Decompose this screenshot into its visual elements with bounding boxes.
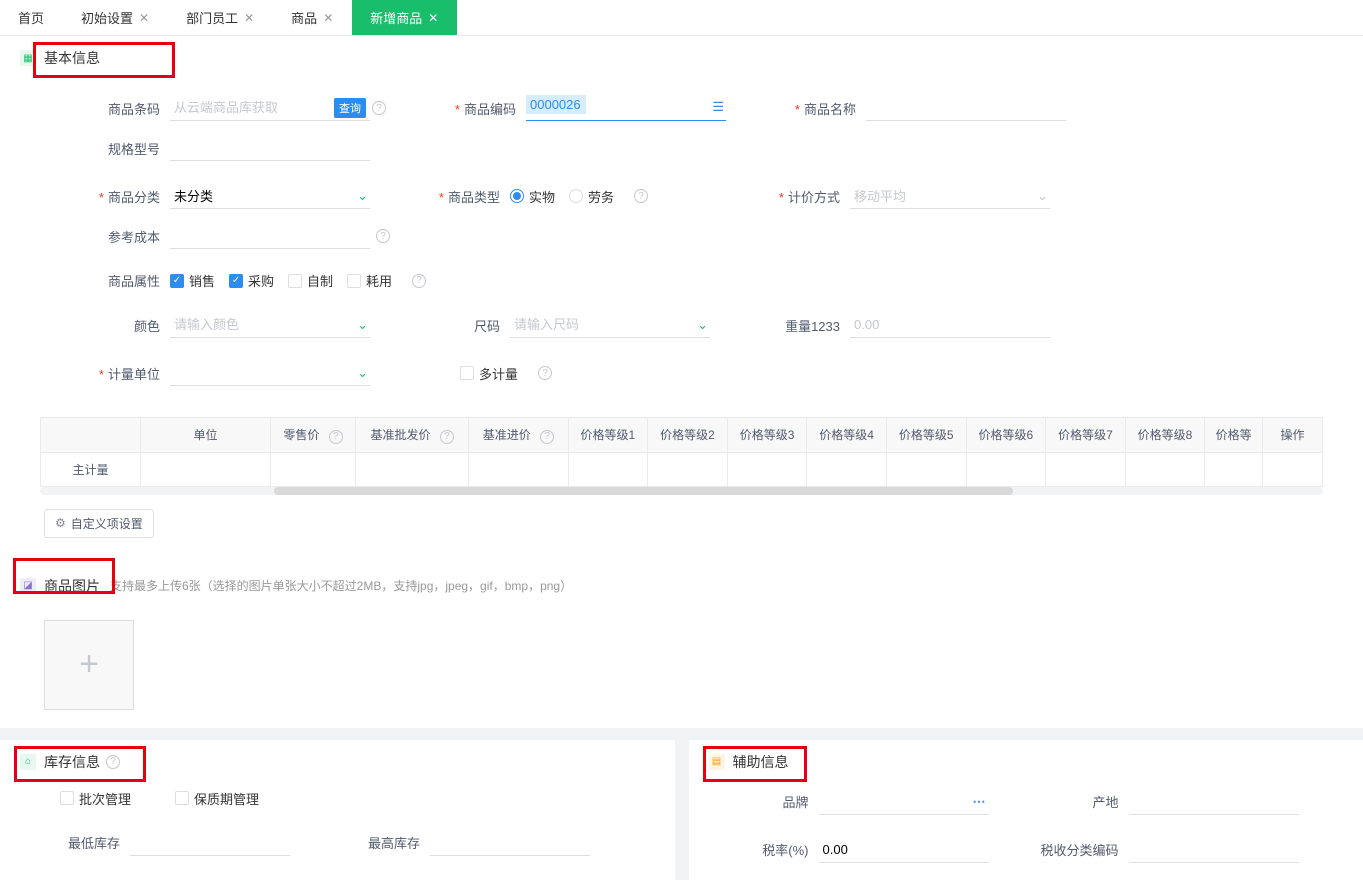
unit-select[interactable]: [170, 360, 370, 386]
code-input-wrap[interactable]: 0000026 ☰: [526, 95, 726, 121]
label-maxstock: 最高库存: [330, 833, 430, 852]
list-icon[interactable]: ☰: [712, 99, 724, 115]
upload-image-button[interactable]: +: [44, 620, 134, 710]
color-input[interactable]: [170, 312, 370, 338]
brand-input[interactable]: [819, 789, 989, 815]
tab-dept-staff[interactable]: 部门员工✕: [168, 0, 273, 35]
label-color: 颜色: [70, 316, 170, 335]
label-minstock: 最低库存: [30, 833, 130, 852]
label-name: 商品名称: [766, 99, 866, 118]
origin-input[interactable]: [1129, 789, 1299, 815]
chk-batch[interactable]: 批次管理: [60, 789, 131, 808]
tab-home[interactable]: 首页: [0, 0, 63, 35]
plus-icon: +: [79, 645, 99, 684]
label-type: 商品类型: [410, 187, 510, 206]
taxcode-input[interactable]: [1129, 837, 1299, 863]
label-refcost: 参考成本: [70, 227, 170, 246]
refcost-input[interactable]: [170, 223, 370, 249]
label-taxrate: 税率(%): [719, 840, 819, 859]
info-icon: ▤: [709, 754, 725, 770]
help-icon[interactable]: ?: [376, 229, 390, 243]
section-title-image: 商品图片: [44, 576, 100, 596]
maxstock-input[interactable]: [430, 830, 590, 856]
custom-fields-button[interactable]: ⚙ 自定义项设置: [44, 509, 154, 538]
label-spec: 规格型号: [70, 139, 170, 158]
image-icon: ◪: [20, 578, 36, 594]
label-size: 尺码: [410, 316, 510, 335]
form-icon: ▦: [20, 50, 36, 66]
label-code: 商品编码: [426, 99, 526, 118]
minstock-input[interactable]: [130, 830, 290, 856]
spec-input[interactable]: [170, 135, 370, 161]
help-icon[interactable]: ?: [634, 189, 648, 203]
table-scrollbar[interactable]: [40, 487, 1323, 495]
chk-shelf[interactable]: 保质期管理: [175, 789, 259, 808]
size-input[interactable]: [510, 312, 710, 338]
label-origin: 产地: [1029, 792, 1129, 811]
label-weight: 重量1233: [750, 316, 850, 335]
label-attr: 商品属性: [70, 271, 170, 290]
label-brand: 品牌: [719, 792, 819, 811]
help-icon[interactable]: ?: [329, 430, 343, 444]
help-icon[interactable]: ?: [412, 274, 426, 288]
chk-self[interactable]: 自制: [288, 271, 333, 290]
section-title-basic: 基本信息: [44, 48, 100, 68]
help-icon[interactable]: ?: [538, 366, 552, 380]
section-title-stock: 库存信息: [44, 752, 100, 772]
table-header-row: 单位 零售价 ? 基准批发价 ? 基准进价 ? 价格等级1 价格等级2 价格等级…: [41, 418, 1323, 453]
panel-stock-info: ⌂ 库存信息 ? 批次管理 保质期管理 最低库存 最高库存: [0, 740, 675, 880]
label-category: 商品分类: [70, 187, 170, 206]
image-upload-hint: 支持最多上传6张（选择的图片单张大小不超过2MB，支持jpg，jpeg，gif，…: [110, 577, 572, 594]
radio-real[interactable]: 实物: [510, 187, 555, 206]
panel-basic-info: ▦ 基本信息 商品条码 查询 ? 商品编码 0000026 ☰ 商品名称: [0, 36, 1363, 728]
ellipsis-icon[interactable]: ⋯: [973, 794, 987, 810]
close-icon[interactable]: ✕: [323, 11, 333, 25]
box-icon: ⌂: [20, 754, 36, 770]
section-title-aux: 辅助信息: [733, 752, 789, 772]
radio-service[interactable]: 劳务: [569, 187, 614, 206]
help-icon[interactable]: ?: [540, 430, 554, 444]
chk-consume[interactable]: 耗用: [347, 271, 392, 290]
tab-products[interactable]: 商品✕: [273, 0, 352, 35]
label-taxcode: 税收分类编码: [1029, 840, 1129, 859]
tab-new-product[interactable]: 新增商品✕: [352, 0, 457, 35]
price-table: 单位 零售价 ? 基准批发价 ? 基准进价 ? 价格等级1 价格等级2 价格等级…: [40, 405, 1323, 487]
table-row[interactable]: 主计量: [41, 452, 1323, 486]
close-icon[interactable]: ✕: [139, 11, 149, 25]
close-icon[interactable]: ✕: [244, 11, 254, 25]
label-pricing: 计价方式: [750, 187, 850, 206]
code-input[interactable]: 0000026: [526, 95, 586, 114]
query-button[interactable]: 查询: [334, 98, 366, 118]
help-icon[interactable]: ?: [440, 430, 454, 444]
panel-aux-info: ▤ 辅助信息 品牌 ⋯ 产地 税率(%) 税收分类编码: [689, 740, 1363, 880]
chk-purchase[interactable]: 采购: [229, 271, 274, 290]
category-select[interactable]: [170, 183, 370, 209]
name-input[interactable]: [866, 95, 1066, 121]
label-barcode: 商品条码: [70, 99, 170, 118]
help-icon[interactable]: ?: [372, 101, 386, 115]
close-icon[interactable]: ✕: [428, 11, 438, 25]
gear-icon: ⚙: [55, 516, 66, 530]
weight-input[interactable]: [850, 312, 1050, 338]
chk-multiunit[interactable]: 多计量: [460, 364, 518, 383]
chk-sale[interactable]: 销售: [170, 271, 215, 290]
help-icon[interactable]: ?: [106, 755, 120, 769]
tab-init-settings[interactable]: 初始设置✕: [63, 0, 168, 35]
tab-bar: 首页 初始设置✕ 部门员工✕ 商品✕ 新增商品✕: [0, 0, 1363, 36]
label-unit: 计量单位: [70, 364, 170, 383]
taxrate-input[interactable]: [819, 837, 989, 863]
pricing-select[interactable]: [850, 183, 1050, 209]
